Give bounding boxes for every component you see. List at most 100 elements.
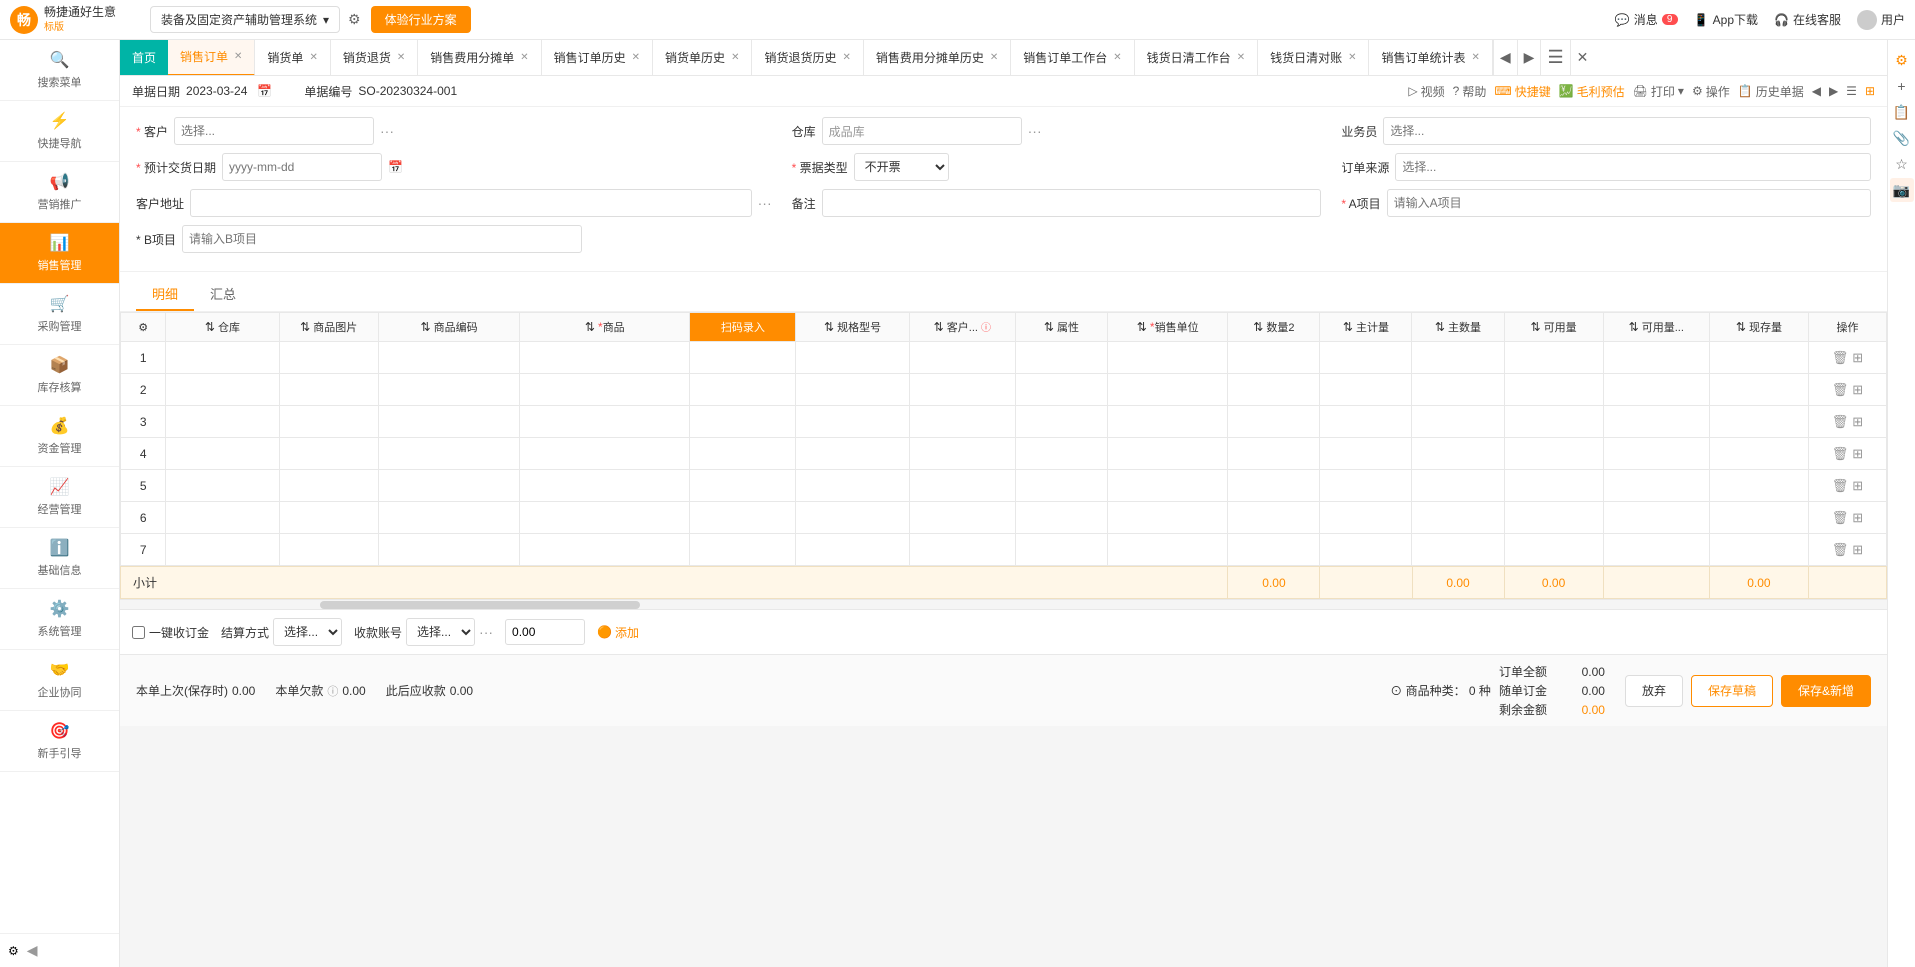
cell-available[interactable] <box>1504 502 1603 534</box>
order-source-input[interactable] <box>1395 153 1871 181</box>
tab-order-history[interactable]: 销售订单历史 ✕ <box>542 40 653 76</box>
cell-customer[interactable] <box>909 406 1015 438</box>
sidebar-item-purchase[interactable]: 🛒 采购管理 <box>0 284 119 345</box>
cell-customer[interactable] <box>909 438 1015 470</box>
addr-more-btn[interactable]: ··· <box>758 195 772 211</box>
cell-main-unit[interactable] <box>1320 342 1412 374</box>
invoice-select[interactable]: 不开票 普通发票 增值税发票 <box>854 153 949 181</box>
cell-main-unit[interactable] <box>1320 438 1412 470</box>
warehouse-more-btn[interactable]: ··· <box>1028 123 1042 139</box>
cell-image[interactable] <box>279 406 378 438</box>
sidebar-item-sales[interactable]: 📊 销售管理 <box>0 223 119 284</box>
tab-next-btn[interactable]: ▶ <box>1517 40 1541 75</box>
cell-available[interactable] <box>1504 342 1603 374</box>
col-customer[interactable]: ⇅ 客户... ⓘ <box>909 313 1015 342</box>
col-attr[interactable]: ⇅ 属性 <box>1015 313 1107 342</box>
cell-image[interactable] <box>279 438 378 470</box>
col-main-qty[interactable]: ⇅ 主数量 <box>1412 313 1504 342</box>
cell-code[interactable] <box>378 470 520 502</box>
col-scan[interactable]: 扫码录入 <box>690 313 796 342</box>
cell-code[interactable] <box>378 534 520 566</box>
cell-customer[interactable] <box>909 534 1015 566</box>
tab-close-icon[interactable]: ✕ <box>309 52 317 63</box>
cell-unit[interactable] <box>1108 502 1228 534</box>
cell-current[interactable] <box>1709 502 1808 534</box>
detail-tab-huizong[interactable]: 汇总 <box>194 278 252 311</box>
cell-scan[interactable] <box>690 374 796 406</box>
sidebar-item-search[interactable]: 🔍 搜索菜单 <box>0 40 119 101</box>
cell-scan[interactable] <box>690 502 796 534</box>
sidebar-item-inventory[interactable]: 📦 库存核算 <box>0 345 119 406</box>
detail-tab-mingxi[interactable]: 明细 <box>136 278 194 311</box>
cell-main-qty[interactable] <box>1412 438 1504 470</box>
cell-warehouse[interactable] <box>166 438 279 470</box>
cell-image[interactable] <box>279 342 378 374</box>
cell-spec[interactable] <box>796 342 909 374</box>
cell-available2[interactable] <box>1603 470 1709 502</box>
cell-name[interactable] <box>520 502 690 534</box>
right-star-icon[interactable]: ☆ <box>1890 152 1914 176</box>
cell-attr[interactable] <box>1015 534 1107 566</box>
cell-warehouse[interactable] <box>166 534 279 566</box>
add-payment-btn[interactable]: 🟠 添加 <box>597 624 639 641</box>
tab-prev-btn[interactable]: ◀ <box>1493 40 1517 75</box>
cell-spec[interactable] <box>796 438 909 470</box>
list-view-btn[interactable]: ☰ <box>1846 84 1857 98</box>
cell-available[interactable] <box>1504 438 1603 470</box>
delete-icon[interactable]: 🗑 <box>1832 382 1849 398</box>
col-settings[interactable]: ⚙ <box>121 313 166 342</box>
app-download-item[interactable]: 📱 App下载 <box>1694 11 1758 28</box>
col-code[interactable]: ⇅ 商品编码 <box>378 313 520 342</box>
cell-image[interactable] <box>279 374 378 406</box>
copy-icon[interactable]: ⊞ <box>1852 510 1863 526</box>
delete-icon[interactable]: 🗑 <box>1832 446 1849 462</box>
cell-qty2[interactable] <box>1228 374 1320 406</box>
cell-qty2[interactable] <box>1228 502 1320 534</box>
cell-attr[interactable] <box>1015 502 1107 534</box>
cell-main-unit[interactable] <box>1320 470 1412 502</box>
message-item[interactable]: 💬 消息 9 <box>1615 11 1678 28</box>
tab-sales-return[interactable]: 销货退货 ✕ <box>331 40 418 76</box>
copy-icon[interactable]: ⊞ <box>1852 478 1863 494</box>
tab-close-icon[interactable]: ✕ <box>1113 52 1121 63</box>
cell-unit[interactable] <box>1108 406 1228 438</box>
cell-main-unit[interactable] <box>1320 534 1412 566</box>
cell-scan[interactable] <box>690 534 796 566</box>
cell-qty2[interactable] <box>1228 406 1320 438</box>
tab-order-workbench[interactable]: 销售订单工作台 ✕ <box>1011 40 1134 76</box>
tab-close-icon[interactable]: ✕ <box>731 52 739 63</box>
cell-main-qty[interactable] <box>1412 406 1504 438</box>
tab-close-icon[interactable]: ✕ <box>1348 52 1356 63</box>
cell-code[interactable] <box>378 502 520 534</box>
tab-return-history[interactable]: 销货退货历史 ✕ <box>752 40 863 76</box>
cell-name[interactable] <box>520 470 690 502</box>
cell-available2[interactable] <box>1603 374 1709 406</box>
cell-main-unit[interactable] <box>1320 406 1412 438</box>
cell-qty2[interactable] <box>1228 438 1320 470</box>
one-click-checkbox[interactable]: 一键收订金 <box>132 624 209 641</box>
cell-warehouse[interactable] <box>166 406 279 438</box>
tab-close-icon[interactable]: ✕ <box>632 52 640 63</box>
tab-sales-slip[interactable]: 销货单 ✕ <box>255 40 330 76</box>
cell-spec[interactable] <box>796 374 909 406</box>
account-more-btn[interactable]: ··· <box>479 624 493 640</box>
right-add-icon[interactable]: + <box>1890 74 1914 98</box>
calendar-icon[interactable]: 📅 <box>253 82 276 100</box>
cell-available[interactable] <box>1504 534 1603 566</box>
cell-scan[interactable] <box>690 342 796 374</box>
cell-main-qty[interactable] <box>1412 470 1504 502</box>
cell-attr[interactable] <box>1015 406 1107 438</box>
user-item[interactable]: 用户 <box>1857 10 1905 30</box>
cell-current[interactable] <box>1709 374 1808 406</box>
operation-btn[interactable]: ⚙ 操作 <box>1692 83 1730 100</box>
cell-customer[interactable] <box>909 502 1015 534</box>
sidebar-settings[interactable]: ⚙ ◀ <box>0 933 119 967</box>
trial-button[interactable]: 体验行业方案 <box>371 6 471 33</box>
tab-slip-history[interactable]: 销货单历史 ✕ <box>653 40 752 76</box>
col-unit[interactable]: ⇅ *销售单位 <box>1108 313 1228 342</box>
copy-icon[interactable]: ⊞ <box>1852 446 1863 462</box>
prev-record-btn[interactable]: ◀ <box>1812 84 1821 98</box>
sidebar-collapse-icon[interactable]: ◀ <box>27 942 38 959</box>
tab-close-icon[interactable]: ✕ <box>234 51 242 62</box>
cell-warehouse[interactable] <box>166 342 279 374</box>
